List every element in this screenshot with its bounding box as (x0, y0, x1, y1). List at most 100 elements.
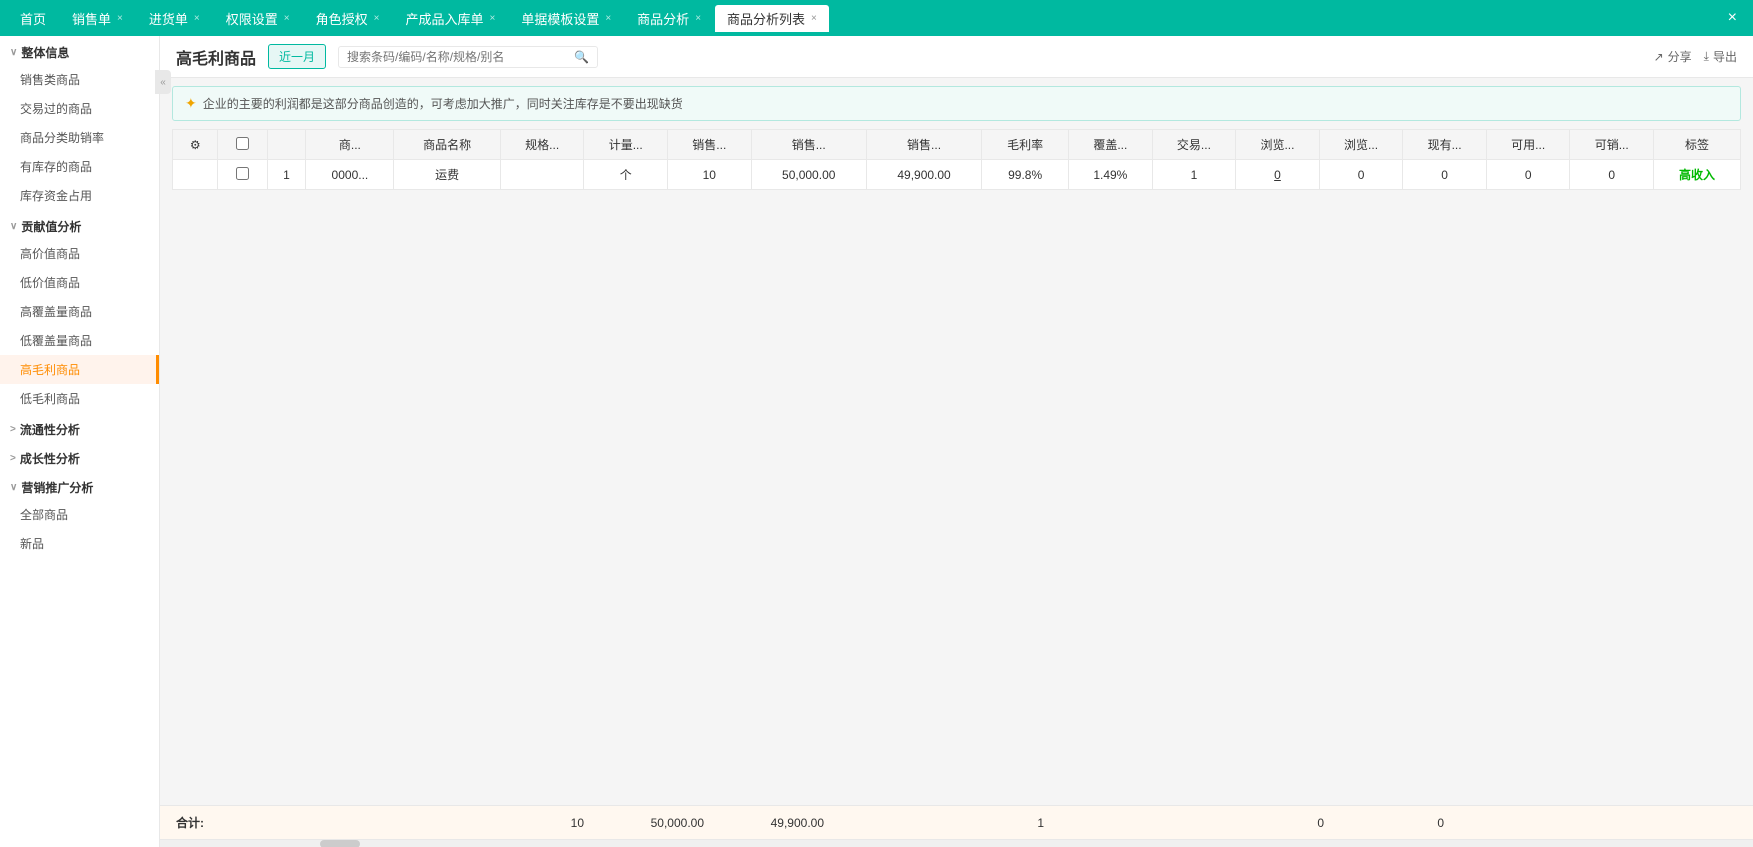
sidebar-group-flow[interactable]: > 流通性分析 (0, 413, 159, 442)
sidebar-item-in-stock-goods[interactable]: 有库存的商品 (0, 152, 159, 181)
row-checkbox[interactable] (236, 167, 249, 180)
nav-tab-analysis-list[interactable]: 商品分析列表× (715, 5, 829, 32)
col-header-sales-amount: 销售... (751, 130, 866, 160)
cell-margin-rate: 99.8% (982, 160, 1069, 190)
nav-tab-products-in[interactable]: 产成品入库单× (393, 5, 507, 32)
cell-current-stock: 0 (1403, 160, 1487, 190)
col-header-settings[interactable]: ⚙ (173, 130, 218, 160)
nav-tab-analysis[interactable]: 商品分析× (625, 5, 713, 32)
col-header-unit: 计量... (584, 130, 668, 160)
page-title: 高毛利商品 (176, 45, 256, 69)
nav-tab-close-products-in[interactable]: × (489, 13, 495, 24)
content-area: 高毛利商品 近一月 🔍 ↗ 分享 ⤓ 导出 ✦ 企业的主要的利润都是这部分商品创… (160, 36, 1753, 847)
sidebar-group-label-marketing: 营销推广分析 (21, 479, 93, 496)
sidebar-item-all-goods[interactable]: 全部商品 (0, 500, 159, 529)
cell-code: 0000... (306, 160, 394, 190)
col-header-coverage: 覆盖... (1069, 130, 1153, 160)
sidebar-item-low-margin[interactable]: 低毛利商品 (0, 384, 159, 413)
nav-tab-home[interactable]: 首页 (8, 5, 58, 32)
cell-trade: 1 (1152, 160, 1236, 190)
footer-sales-qty: 10 (504, 816, 584, 830)
sidebar-group-label-overall: 整体信息 (21, 44, 69, 61)
export-button[interactable]: ⤓ 导出 (1704, 48, 1737, 65)
nav-tab-purchase[interactable]: 进货单× (137, 5, 212, 32)
footer-sales-amount: 50,000.00 (624, 816, 704, 830)
sidebar-group-financial[interactable]: ∨ 贡献值分析 (0, 210, 159, 239)
cell-salable: 0 (1570, 160, 1654, 190)
col-header-margin-rate: 毛利率 (982, 130, 1069, 160)
col-header-current-stock: 现有... (1403, 130, 1487, 160)
footer-salable: 0 (1364, 816, 1444, 830)
sidebar-item-high-margin[interactable]: 高毛利商品 (0, 355, 159, 384)
alert-bar: ✦ 企业的主要的利润都是这部分商品创造的，可考虑加大推广，同时关注库存是不要出现… (172, 86, 1741, 121)
nav-tab-templates[interactable]: 单据模板设置× (509, 5, 623, 32)
sidebar-item-capital-occupy[interactable]: 库存资金占用 (0, 181, 159, 210)
sidebar-item-low-freq[interactable]: 低覆盖量商品 (0, 326, 159, 355)
sidebar-group-label-flow: 流通性分析 (20, 421, 80, 438)
sidebar-item-traded-goods[interactable]: 交易过的商品 (0, 94, 159, 123)
nav-tab-close-sales[interactable]: × (117, 13, 123, 24)
sidebar-item-analysis-rate[interactable]: 商品分类助销率 (0, 123, 159, 152)
main-layout: « ∨ 整体信息销售类商品交易过的商品商品分类助销率有库存的商品库存资金占用 ∨ 贡献… (0, 36, 1753, 847)
col-header-salable: 可销... (1570, 130, 1654, 160)
sidebar-group-arrow-marketing: ∨ (10, 482, 17, 493)
cell-browse2: 0 (1319, 160, 1403, 190)
table-wrapper: ⚙商...商品名称规格...计量...销售...销售...销售...毛利率覆盖.… (172, 129, 1741, 805)
col-header-browse1: 浏览... (1236, 130, 1320, 160)
col-header-sales-qty: 销售... (668, 130, 752, 160)
filter-near-month[interactable]: 近一月 (268, 44, 326, 69)
col-header-code: 商... (306, 130, 394, 160)
horizontal-scrollbar[interactable] (160, 839, 1753, 847)
share-button[interactable]: ↗ 分享 (1654, 48, 1692, 65)
header-actions: ↗ 分享 ⤓ 导出 (1654, 48, 1737, 65)
sidebar-item-high-value[interactable]: 高价值商品 (0, 239, 159, 268)
nav-tab-close-analysis[interactable]: × (695, 13, 701, 24)
cell-settings (173, 160, 218, 190)
cell-sales-amount: 50,000.00 (751, 160, 866, 190)
search-input[interactable] (347, 50, 574, 64)
nav-tab-close-analysis-list[interactable]: × (811, 13, 817, 24)
nav-tab-close-purchase[interactable]: × (194, 13, 200, 24)
sidebar-item-sales-goods[interactable]: 销售类商品 (0, 65, 159, 94)
cell-unit: 个 (584, 160, 668, 190)
alert-text: 企业的主要的利润都是这部分商品创造的，可考虑加大推广，同时关注库存是不要出现缺货 (203, 95, 683, 112)
sidebar-group-growth[interactable]: >成长性分析 (0, 442, 159, 471)
col-header-tag: 标签 (1654, 130, 1741, 160)
col-header-name: 商品名称 (394, 130, 501, 160)
search-box[interactable]: 🔍 (338, 46, 598, 68)
footer-label: 合计: (176, 814, 204, 831)
top-nav: 首页销售单×进货单×权限设置×角色授权×产成品入库单×单据模板设置×商品分析×商… (0, 0, 1753, 36)
nav-tab-sales[interactable]: 销售单× (60, 5, 135, 32)
cell-tag: 高收入 (1654, 160, 1741, 190)
sidebar-group-arrow-flow: > (10, 424, 16, 435)
sidebar-group-marketing[interactable]: ∨ 营销推广分析 (0, 471, 159, 500)
nav-tab-close-roles[interactable]: × (374, 13, 380, 24)
close-all-button[interactable]: × (1720, 9, 1745, 27)
cell-browse1[interactable]: 0 (1236, 160, 1320, 190)
col-header-available: 可用... (1486, 130, 1570, 160)
sidebar-item-new-goods[interactable]: 新品 (0, 529, 159, 558)
search-icon[interactable]: 🔍 (574, 50, 589, 64)
data-table: ⚙商...商品名称规格...计量...销售...销售...销售...毛利率覆盖.… (172, 129, 1741, 190)
sidebar-group-arrow-growth: > (10, 453, 16, 464)
sidebar-group-overall[interactable]: ∨ 整体信息 (0, 36, 159, 65)
footer-trade: 1 (964, 816, 1044, 830)
nav-tab-permissions[interactable]: 权限设置× (214, 5, 302, 32)
nav-tab-close-templates[interactable]: × (605, 13, 611, 24)
footer-bar: 合计: 10 50,000.00 49,900.00 1 0 0 (160, 805, 1753, 839)
sidebar-group-arrow-overall: ∨ (10, 47, 17, 58)
nav-tab-close-permissions[interactable]: × (284, 13, 290, 24)
sidebar-item-low-value[interactable]: 低价值商品 (0, 268, 159, 297)
sidebar-group-label-financial: 贡献值分析 (21, 218, 81, 235)
sidebar-group-arrow-financial: ∨ (10, 221, 17, 232)
alert-icon: ✦ (185, 95, 197, 112)
col-header-trade: 交易... (1152, 130, 1236, 160)
sidebar: « ∨ 整体信息销售类商品交易过的商品商品分类助销率有库存的商品库存资金占用 ∨ 贡献… (0, 36, 160, 847)
sidebar-item-high-freq[interactable]: 高覆盖量商品 (0, 297, 159, 326)
cell-checkbox (218, 160, 267, 190)
table-row: 10000...运费个1050,000.0049,900.0099.8%1.49… (173, 160, 1741, 190)
select-all-checkbox[interactable] (236, 137, 249, 150)
cell-available: 0 (1486, 160, 1570, 190)
nav-tab-roles[interactable]: 角色授权× (304, 5, 392, 32)
sidebar-collapse-button[interactable]: « (155, 70, 160, 94)
